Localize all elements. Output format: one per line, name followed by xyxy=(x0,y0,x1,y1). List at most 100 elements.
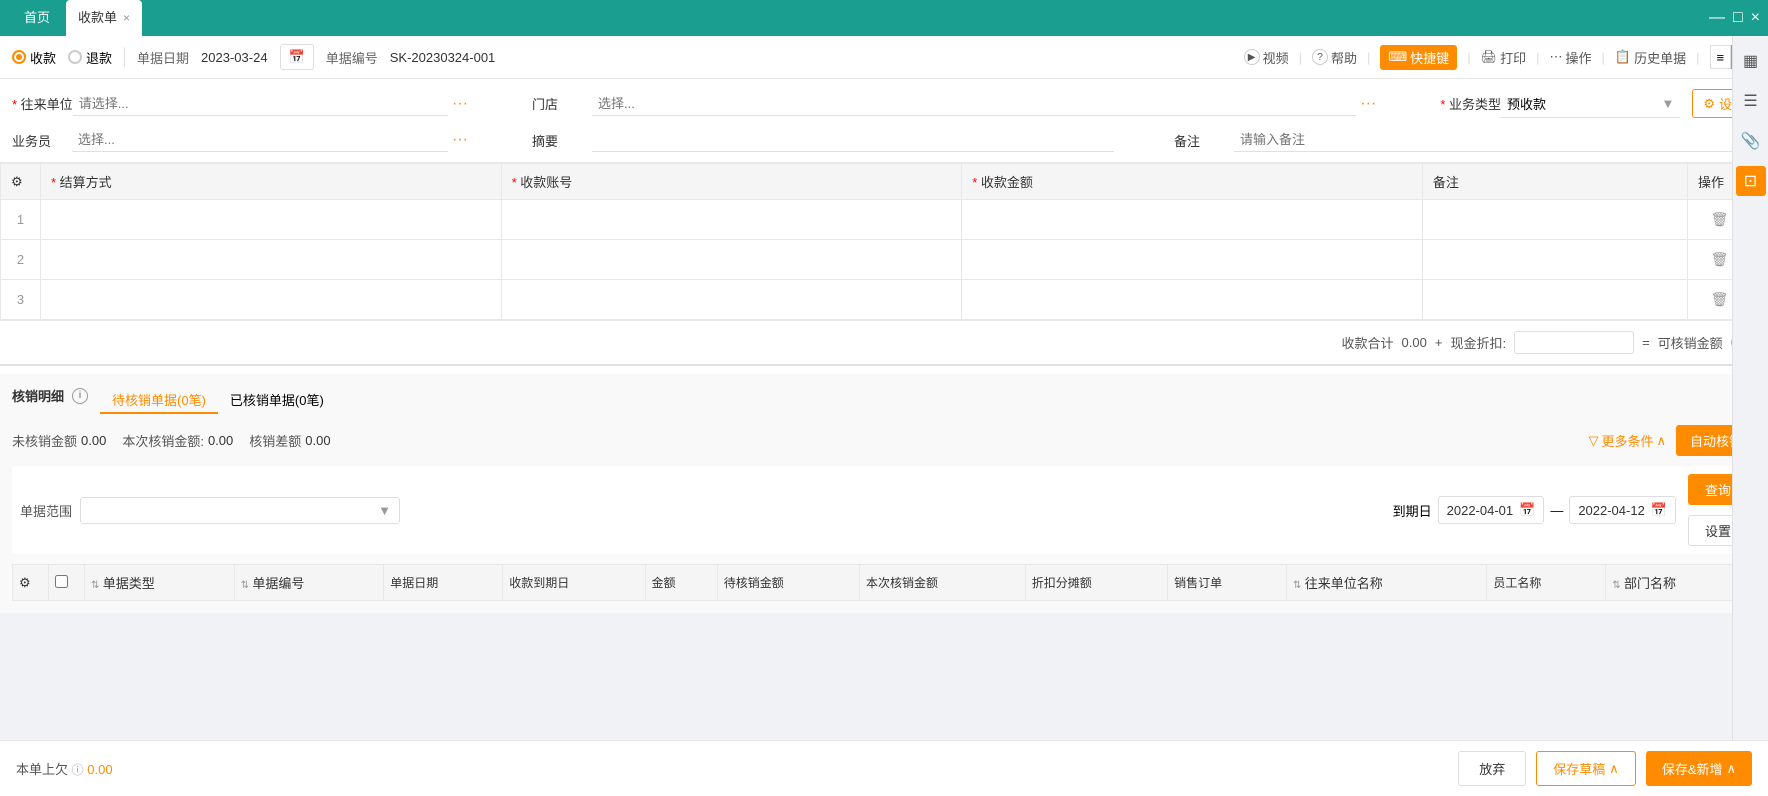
payment-cell-3[interactable] xyxy=(41,280,502,320)
col-settings-header[interactable]: ⚙ xyxy=(1,164,41,200)
more-filter-btn[interactable]: ▽ 更多条件 ∧ xyxy=(1588,431,1666,450)
partner-more-icon[interactable]: ··· xyxy=(448,95,472,113)
summary-input[interactable] xyxy=(592,128,1114,152)
table-row: 1 🗑 ⧉ xyxy=(1,200,1768,240)
radio-receive[interactable]: 收款 xyxy=(12,48,56,67)
range-select[interactable]: ▼ xyxy=(80,497,400,524)
payment-cell-1[interactable] xyxy=(41,200,502,240)
amount-cell-2[interactable] xyxy=(962,240,1423,280)
notes-label: 备注 xyxy=(1174,131,1234,150)
help-icon: ? xyxy=(1312,49,1328,65)
account-cell-2[interactable] xyxy=(501,240,962,280)
unchecked-stat: 未核销金额 0.00 xyxy=(12,431,106,450)
table-settings-icon: ⚙ xyxy=(11,174,23,189)
delete-icon-3[interactable]: 🗑 xyxy=(1711,291,1729,308)
print-label: 打印 xyxy=(1500,48,1526,67)
reconcile-info-icon[interactable]: i xyxy=(72,388,88,404)
tab-done[interactable]: 已核销单据(0笔) xyxy=(218,387,336,414)
bt-col-this: 本次核销金额 xyxy=(860,565,1026,601)
tab-active[interactable]: 收款单 × xyxy=(66,0,142,36)
select-all-checkbox[interactable] xyxy=(55,575,68,588)
notes-cell-2[interactable] xyxy=(1422,240,1687,280)
quota-value: 0.00 xyxy=(87,762,112,777)
bt-col-sales-order: 销售订单 xyxy=(1168,565,1287,601)
col-account-label: 收款账号 xyxy=(512,175,573,190)
payment-cell-2[interactable] xyxy=(41,240,502,280)
biztype-select[interactable]: 预收款 ▼ xyxy=(1501,90,1680,118)
amount-cell-1[interactable] xyxy=(962,200,1423,240)
sidebar-attachment-icon[interactable]: 📎 xyxy=(1736,126,1766,156)
reconcile-table: ⚙ ⇅ 单据类型 ⇅ 单据编号 单据日期 收款到期日 金额 待 xyxy=(12,564,1756,601)
delete-icon-2[interactable]: 🗑 xyxy=(1711,251,1729,268)
table-header-row: ⚙ 结算方式 收款账号 收款金额 备注 操作 xyxy=(1,164,1768,200)
bt-col-settings[interactable]: ⚙ xyxy=(13,565,49,601)
notes-cell-1[interactable] xyxy=(1422,200,1687,240)
this-time-value: 0.00 xyxy=(208,433,233,448)
date-from-input[interactable]: 2022-04-01 📅 xyxy=(1438,496,1545,524)
tab-close-icon[interactable]: × xyxy=(123,0,130,36)
staff-more-icon[interactable]: ··· xyxy=(448,131,472,149)
date-value: 2023-03-24 xyxy=(201,50,268,65)
operation-btn[interactable]: ⋯ 操作 xyxy=(1550,48,1592,67)
tab-home[interactable]: 首页 xyxy=(8,0,66,36)
delete-icon-1[interactable]: 🗑 xyxy=(1711,211,1729,228)
num-label: 单据编号 xyxy=(326,48,378,67)
tab-pending[interactable]: 待核销单据(0笔) xyxy=(100,387,218,414)
sidebar-grid-icon[interactable]: ▦ xyxy=(1736,46,1766,76)
notes-cell-3[interactable] xyxy=(1422,280,1687,320)
bt-col-type: ⇅ 单据类型 xyxy=(85,565,235,601)
notes-input[interactable] xyxy=(1234,128,1756,152)
window-close-icon[interactable]: × xyxy=(1751,9,1760,27)
date-range: 到期日 2022-04-01 📅 — 2022-04-12 📅 xyxy=(1393,496,1676,524)
table-row: 2 🗑 ⧉ xyxy=(1,240,1768,280)
range-caret: ▼ xyxy=(378,503,391,518)
video-btn[interactable]: ▶ 视频 xyxy=(1244,48,1289,67)
draft-btn[interactable]: 保存草稿 ∧ xyxy=(1536,751,1636,786)
shortcut-label: 快捷键 xyxy=(1410,48,1449,67)
col-notes-header: 备注 xyxy=(1422,164,1687,200)
shop-input[interactable] xyxy=(592,92,1356,116)
print-btn[interactable]: 🖨 打印 xyxy=(1481,48,1527,67)
bt-col-checkbox[interactable] xyxy=(49,565,85,601)
sort-icon-partner: ⇅ xyxy=(1293,580,1301,591)
bottom-table-header: ⚙ ⇅ 单据类型 ⇅ 单据编号 单据日期 收款到期日 金额 待 xyxy=(13,565,1756,601)
save-new-btn[interactable]: 保存&新增 ∧ xyxy=(1646,751,1752,786)
shop-more-icon[interactable]: ··· xyxy=(1356,95,1380,113)
bt-col-partner: ⇅ 往来单位名称 xyxy=(1287,565,1487,601)
view-list-btn[interactable]: ≡ xyxy=(1710,45,1732,69)
staff-input[interactable] xyxy=(72,128,448,152)
abandon-btn[interactable]: 放弃 xyxy=(1458,751,1526,786)
account-cell-1[interactable] xyxy=(501,200,962,240)
bt-partner-label: 往来单位名称 xyxy=(1305,576,1383,591)
draft-label: 保存草稿 xyxy=(1553,759,1605,778)
bt-col-staff: 员工名称 xyxy=(1487,565,1606,601)
bt-settings-icon: ⚙ xyxy=(19,575,31,590)
bt-num-label: 单据编号 xyxy=(252,576,304,591)
bt-col-number: ⇅ 单据编号 xyxy=(234,565,384,601)
calendar-icon: 📅 xyxy=(289,49,305,65)
radio-refund[interactable]: 退款 xyxy=(68,48,112,67)
this-time-stat: 本次核销金额: 0.00 xyxy=(122,431,233,450)
minimize-icon[interactable]: — xyxy=(1709,9,1725,27)
biztype-field-group: 业务类型 预收款 ▼ xyxy=(1440,90,1680,118)
partner-input[interactable] xyxy=(73,92,448,116)
shortcut-btn[interactable]: ⌨ 快捷键 xyxy=(1380,45,1457,70)
discount-input[interactable] xyxy=(1514,331,1634,354)
bt-col-date: 单据日期 xyxy=(384,565,503,601)
sidebar-screenshot-icon[interactable]: ⊡ xyxy=(1736,166,1766,196)
bt-col-due: 收款到期日 xyxy=(503,565,645,601)
footer-info: 本单上欠 ⓘ 0.00 xyxy=(16,759,113,778)
maximize-icon[interactable]: □ xyxy=(1733,9,1743,27)
amount-cell-3[interactable] xyxy=(962,280,1423,320)
calendar-btn[interactable]: 📅 xyxy=(280,44,314,70)
sidebar-list-icon[interactable]: ☰ xyxy=(1736,86,1766,116)
tab-bar: 首页 收款单 × — □ × xyxy=(0,0,1768,36)
row-num-2: 2 xyxy=(1,240,41,280)
account-cell-3[interactable] xyxy=(501,280,962,320)
help-btn[interactable]: ? 帮助 xyxy=(1312,48,1357,67)
diff-value: 0.00 xyxy=(305,433,330,448)
partner-field-group: 往来单位 ··· xyxy=(12,92,472,116)
date-to-input[interactable]: 2022-04-12 📅 xyxy=(1569,496,1676,524)
history-btn[interactable]: 📋 历史单据 xyxy=(1615,48,1686,67)
col-payment-header: 结算方式 xyxy=(41,164,502,200)
